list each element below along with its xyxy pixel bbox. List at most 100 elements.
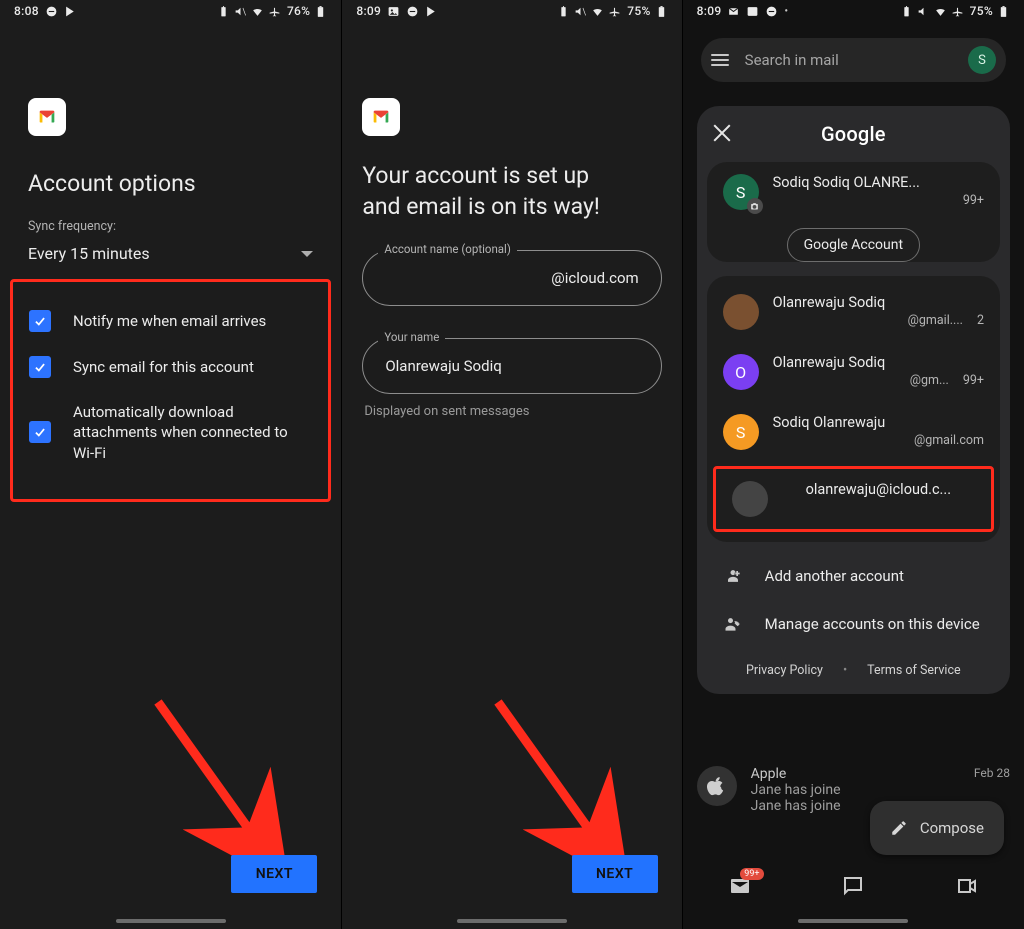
apple-icon bbox=[697, 766, 737, 806]
image-icon bbox=[746, 5, 759, 18]
option-auto-download-label: Automatically download attachments when … bbox=[73, 402, 312, 463]
highlight-box: olanrewaju@icloud.c... bbox=[713, 466, 994, 532]
airplane-icon bbox=[268, 5, 281, 18]
dnd-icon bbox=[406, 5, 419, 18]
dnd-icon bbox=[45, 5, 58, 18]
compose-label: Compose bbox=[920, 819, 984, 837]
account-name: Olanrewaju Sodiq bbox=[773, 294, 984, 311]
annotation-arrow bbox=[488, 692, 628, 872]
mute-icon bbox=[574, 5, 587, 18]
account-email: @gm... bbox=[910, 373, 949, 388]
profile-avatar[interactable]: S bbox=[968, 46, 996, 74]
option-notify[interactable]: Notify me when email arrives bbox=[27, 298, 314, 344]
chevron-down-icon bbox=[301, 251, 313, 257]
unread-count: 99+ bbox=[963, 193, 984, 208]
more-notifications-dot: • bbox=[784, 6, 788, 17]
account-email: @gmail.... bbox=[908, 313, 963, 328]
account-switcher-panel: Google S Sodiq Sodiq OLANRE... 99+ Googl… bbox=[697, 106, 1010, 694]
option-sync-email[interactable]: Sync email for this account bbox=[27, 344, 314, 390]
dot-separator: • bbox=[843, 663, 847, 678]
option-sync-label: Sync email for this account bbox=[73, 357, 254, 377]
checkbox-checked[interactable] bbox=[29, 421, 51, 443]
camera-badge-icon bbox=[747, 198, 763, 214]
option-auto-download[interactable]: Automatically download attachments when … bbox=[27, 390, 314, 475]
wifi-icon bbox=[591, 5, 604, 18]
policy-row: Privacy Policy • Terms of Service bbox=[697, 649, 1010, 694]
account-email: olanrewaju@icloud.c... bbox=[782, 481, 975, 498]
other-accounts-card: Olanrewaju Sodiq @gmail.... 2 O Olanrewa… bbox=[707, 276, 1000, 542]
nav-mail-icon[interactable]: 99+ bbox=[728, 874, 752, 902]
home-indicator[interactable] bbox=[457, 919, 567, 923]
image-icon bbox=[387, 5, 400, 18]
mail-sender: Apple bbox=[751, 766, 787, 782]
checkbox-checked[interactable] bbox=[29, 356, 51, 378]
dnd-icon bbox=[765, 5, 778, 18]
primary-account-row[interactable]: S Sodiq Sodiq OLANRE... 99+ bbox=[707, 162, 1000, 222]
wifi-icon bbox=[251, 5, 264, 18]
account-name-field[interactable]: Account name (optional) @icloud.com bbox=[362, 250, 661, 306]
highlight-box: Notify me when email arrives Sync email … bbox=[10, 279, 331, 502]
screen-account-setup: 8:09 75% Your account is set upand email… bbox=[341, 0, 682, 929]
add-account-row[interactable]: Add another account bbox=[697, 552, 1010, 600]
account-name: Sodiq Olanrewaju bbox=[773, 414, 984, 431]
mail-badge: 99+ bbox=[740, 868, 763, 880]
account-row[interactable]: O Olanrewaju Sodiq @gm... 99+ bbox=[707, 342, 1000, 402]
play-icon bbox=[64, 5, 77, 18]
mute-icon bbox=[917, 5, 930, 18]
home-indicator[interactable] bbox=[798, 919, 908, 923]
gmail-m-icon bbox=[727, 5, 740, 18]
battery-percent: 75% bbox=[627, 4, 650, 18]
screen-account-options: 8:08 76% Account options Sync frequency:… bbox=[0, 0, 341, 929]
avatar bbox=[732, 481, 768, 517]
next-button[interactable]: NEXT bbox=[572, 855, 658, 893]
account-name: Sodiq Sodiq OLANRE... bbox=[773, 174, 984, 191]
wifi-icon bbox=[934, 5, 947, 18]
screen-account-switcher: 8:09 • 75% Search in mail S bbox=[683, 0, 1024, 929]
battery-saver-icon bbox=[900, 5, 913, 18]
account-row[interactable]: Olanrewaju Sodiq @gmail.... 2 bbox=[707, 282, 1000, 342]
your-name-field[interactable]: Your name Olanrewaju Sodiq bbox=[362, 338, 661, 394]
search-bar[interactable]: Search in mail S bbox=[701, 38, 1006, 82]
bottom-nav: 99+ bbox=[683, 865, 1024, 911]
your-name-note: Displayed on sent messages bbox=[364, 404, 659, 419]
account-row[interactable]: S Sodiq Olanrewaju @gmail.com bbox=[707, 402, 1000, 462]
avatar: S bbox=[723, 174, 759, 210]
sync-frequency-label: Sync frequency: bbox=[28, 219, 313, 234]
checkbox-checked[interactable] bbox=[29, 310, 51, 332]
search-placeholder: Search in mail bbox=[745, 51, 952, 69]
status-bar: 8:09 • 75% bbox=[683, 0, 1024, 20]
battery-icon bbox=[997, 5, 1010, 18]
airplane-icon bbox=[608, 5, 621, 18]
next-button[interactable]: NEXT bbox=[231, 855, 317, 893]
battery-saver-icon bbox=[217, 5, 230, 18]
battery-saver-icon bbox=[557, 5, 570, 18]
mail-subject: Jane has joine bbox=[751, 782, 1010, 798]
mute-icon bbox=[234, 5, 247, 18]
terms-link[interactable]: Terms of Service bbox=[867, 663, 960, 678]
clock: 8:08 bbox=[14, 4, 39, 18]
annotation-arrow bbox=[148, 692, 288, 872]
manage-accounts-row[interactable]: Manage accounts on this device bbox=[697, 600, 1010, 648]
mail-date: Feb 28 bbox=[974, 766, 1010, 782]
sync-frequency-value: Every 15 minutes bbox=[28, 244, 150, 263]
gmail-logo bbox=[362, 98, 400, 136]
google-account-button[interactable]: Google Account bbox=[787, 228, 920, 262]
privacy-policy-link[interactable]: Privacy Policy bbox=[746, 663, 823, 678]
account-email: @gmail.com bbox=[914, 433, 984, 448]
hamburger-icon[interactable] bbox=[711, 54, 729, 66]
home-indicator[interactable] bbox=[116, 919, 226, 923]
clock: 8:09 bbox=[356, 4, 381, 18]
account-row-icloud[interactable]: olanrewaju@icloud.c... bbox=[716, 469, 991, 529]
compose-button[interactable]: Compose bbox=[870, 801, 1004, 855]
avatar bbox=[723, 294, 759, 330]
account-name-value: @icloud.com bbox=[551, 269, 638, 287]
avatar: S bbox=[723, 414, 759, 450]
nav-meet-icon[interactable] bbox=[955, 874, 979, 902]
option-notify-label: Notify me when email arrives bbox=[73, 311, 266, 331]
battery-percent: 76% bbox=[287, 4, 310, 18]
sync-frequency-dropdown[interactable]: Every 15 minutes bbox=[28, 244, 313, 263]
close-icon[interactable] bbox=[711, 122, 733, 144]
page-title: Your account is set upand email is on it… bbox=[362, 160, 661, 222]
account-name: Olanrewaju Sodiq bbox=[773, 354, 984, 371]
nav-chat-icon[interactable] bbox=[841, 874, 865, 902]
